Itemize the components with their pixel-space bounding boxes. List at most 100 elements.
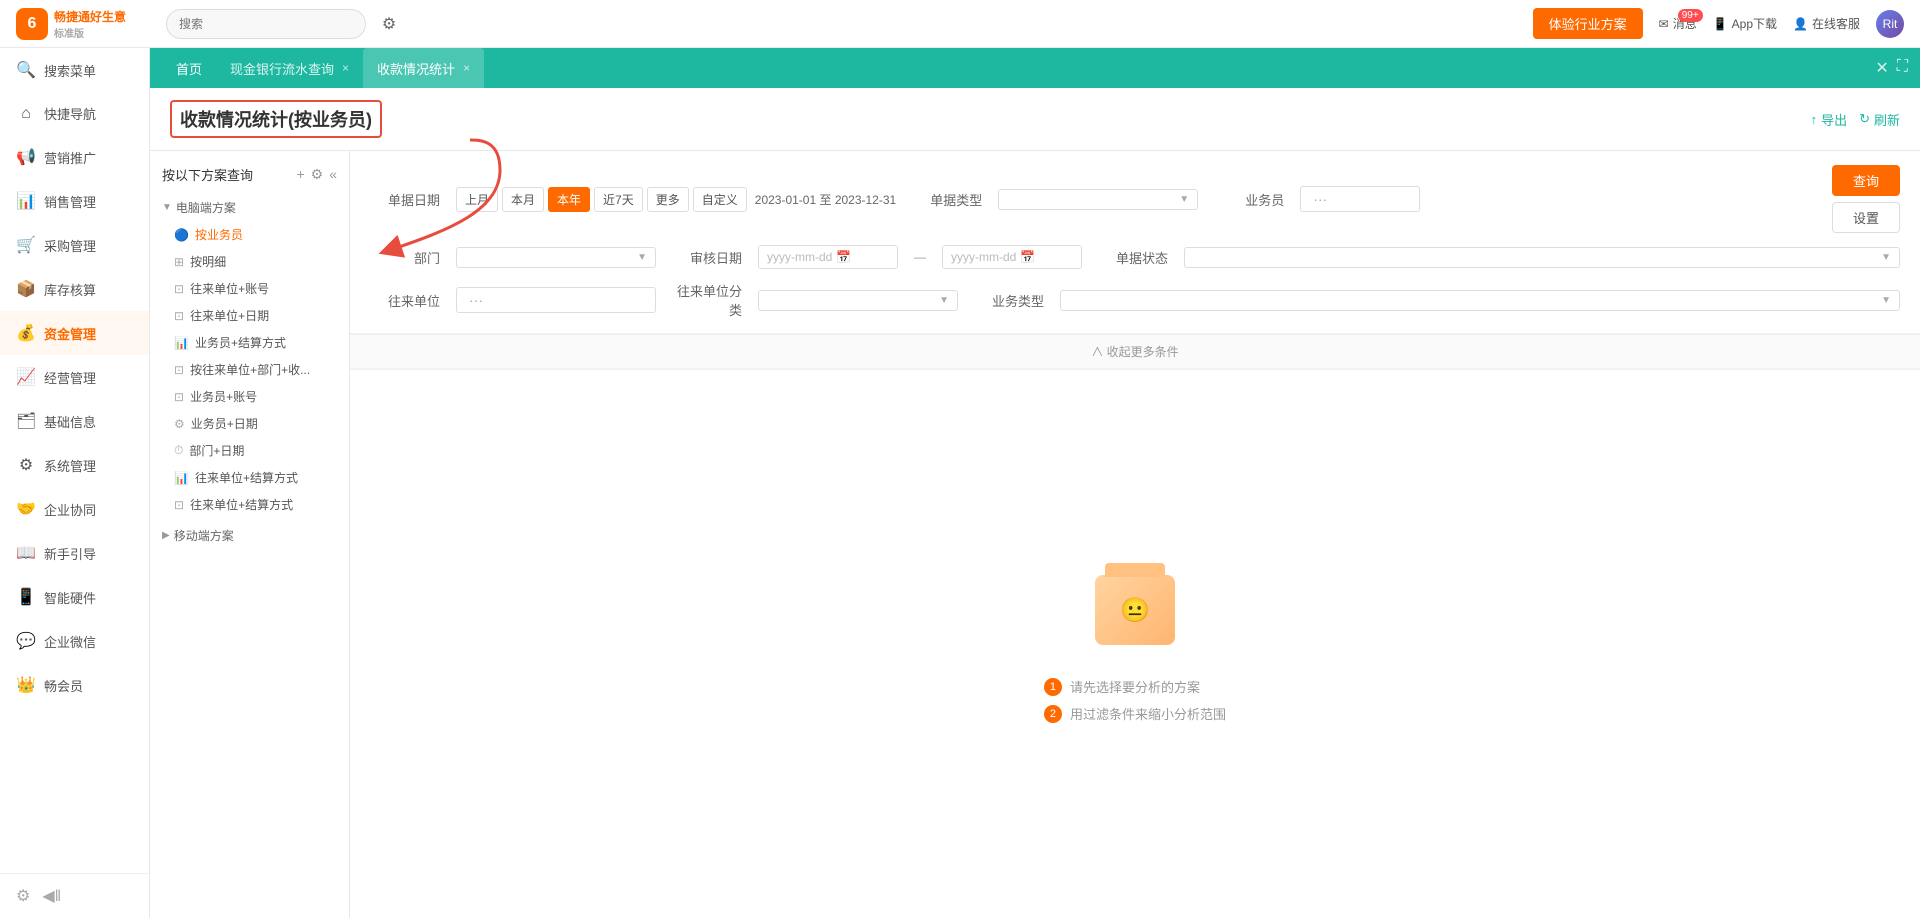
scheme-dept-date-label: 部门+日期 [189,442,244,459]
collapse-bar[interactable]: ∧ 收起更多条件 [350,334,1920,368]
date-range-text: 2023-01-01 至 2023-12-31 [755,191,896,208]
sidebar-item-member[interactable]: 👑 畅会员 [0,663,149,707]
sidebar-item-sales[interactable]: 📊 销售管理 [0,179,149,223]
review-date-to[interactable]: yyyy-mm-dd 📅 [942,245,1082,269]
date-btn-7days[interactable]: 近7天 [594,187,643,212]
sidebar-item-inventory[interactable]: 📦 库存核算 [0,267,149,311]
sidebar-collapse-icon[interactable]: ◀‖ [42,886,61,906]
dept-label: 部门 [370,248,440,267]
sidebar-item-marketing[interactable]: 📢 营销推广 [0,135,149,179]
scheme-collapse-icon[interactable]: « [329,166,337,183]
wechat-icon: 💬 [16,631,36,651]
dept-select[interactable]: ▼ [456,247,656,268]
scheme-item-unit-dept-collection[interactable]: ⊡ 按往来单位+部门+收... [150,356,349,383]
window-maximize-btn[interactable]: ⛶ [1897,58,1908,78]
partner-select[interactable]: ··· [456,287,656,313]
app-download-btn[interactable]: 📱 App下载 [1713,15,1777,32]
filter-row-2: 部门 ▼ 审核日期 yyyy-mm-dd 📅 — yyyy-mm-dd [370,245,1900,269]
sidebar-item-system[interactable]: ⚙ 系统管理 [0,443,149,487]
sidebar-item-hardware[interactable]: 📱 智能硬件 [0,575,149,619]
tab-cash-flow-close[interactable]: × [342,61,349,75]
page-actions: ↑ 导出 ↻ 刷新 [1811,110,1900,129]
scheme-settings-icon[interactable]: ⚙ [311,166,324,183]
step-2-num: 2 [1044,705,1062,723]
operations-icon: 📈 [16,367,36,387]
sidebar-label-basic-info: 基础信息 [44,412,96,431]
date-btn-more[interactable]: 更多 [647,187,689,212]
calendar-from-icon[interactable]: 📅 [836,250,851,264]
doc-status-label: 单据状态 [1098,248,1168,267]
window-close-btn[interactable]: ✕ [1875,58,1888,78]
sidebar-settings-icon[interactable]: ⚙ [16,886,30,906]
trial-button[interactable]: 体验行业方案 [1533,8,1643,39]
scheme-item-unit-account[interactable]: ⊡ 往来单位+账号 [150,275,349,302]
calendar-to-icon[interactable]: 📅 [1020,250,1035,264]
scheme-item-by-salesperson[interactable]: 🔵 按业务员 [150,221,349,248]
query-button[interactable]: 查询 [1832,165,1900,196]
doc-status-select[interactable]: ▼ [1184,247,1900,268]
biz-type-select[interactable]: ▼ [1060,290,1900,311]
scheme-item-salesperson-date[interactable]: ⚙ 业务员+日期 [150,410,349,437]
sidebar-item-search-menu[interactable]: 🔍 搜索菜单 [0,48,149,92]
doc-type-select[interactable]: ▼ [998,189,1198,210]
sidebar-item-purchase[interactable]: 🛒 采购管理 [0,223,149,267]
user-avatar[interactable]: Rit [1876,10,1904,38]
empty-illustration: 😐 [1085,565,1185,665]
sidebar-label-enterprise: 企业协同 [44,500,96,519]
sidebar-label-sales: 销售管理 [44,192,96,211]
tab-collection-stats-close[interactable]: × [463,61,470,75]
messages-btn[interactable]: ✉ 消息 99+ [1659,15,1697,32]
scheme-unit-account-label: 往来单位+账号 [190,280,269,297]
scheme-item-unit-date[interactable]: ⊡ 往来单位+日期 [150,302,349,329]
date-btn-last-month[interactable]: 上月 [456,187,498,212]
tab-cash-flow[interactable]: 现金银行流水查询 × [216,48,363,88]
app-logo-icon: 6 [16,8,48,40]
app-download-label: App下载 [1732,15,1777,32]
export-button[interactable]: ↑ 导出 [1811,110,1848,129]
search-input[interactable] [166,9,366,39]
sidebar-item-basic-info[interactable]: 🗂 基础信息 [0,399,149,443]
sidebar-item-guide[interactable]: 📖 新手引导 [0,531,149,575]
scheme-item-salesperson-account[interactable]: ⊡ 业务员+账号 [150,383,349,410]
tab-home[interactable]: 首页 [162,59,216,78]
refresh-button[interactable]: ↻ 刷新 [1859,110,1900,129]
scheme-item-salesperson-settlement[interactable]: 📊 业务员+结算方式 [150,329,349,356]
sidebar-label-marketing: 营销推广 [44,148,96,167]
settings-icon[interactable]: ⚙ [374,9,404,39]
scheme-item-by-detail[interactable]: ⊞ 按明细 [150,248,349,275]
scheme-item-unit-settlement2[interactable]: ⊡ 往来单位+结算方式 [150,491,349,518]
refresh-label: 刷新 [1874,110,1900,129]
partner-dots[interactable]: ··· [469,292,483,308]
date-btn-this-year[interactable]: 本年 [548,187,590,212]
date-btn-this-month[interactable]: 本月 [502,187,544,212]
filter-settings-button[interactable]: 设置 [1832,202,1900,233]
sidebar-label-quick-nav: 快捷导航 [44,104,96,123]
sidebar-item-quick-nav[interactable]: ⌂ 快捷导航 [0,92,149,135]
scheme-group-mobile-header[interactable]: ▶ 移动端方案 [150,522,349,549]
online-service-label: 在线客服 [1812,15,1860,32]
sidebar-item-finance[interactable]: 💰 资金管理 [0,311,149,355]
main-content: 首页 现金银行流水查询 × 收款情况统计 × ✕ ⛶ 收款情况统计(按业务员) … [150,48,1920,918]
salesperson-select[interactable]: ··· [1300,186,1420,212]
scheme-sp-settlement-icon: 📊 [174,336,189,350]
scheme-group-desktop-header[interactable]: ▼ 电脑端方案 [150,194,349,221]
sidebar-item-operations[interactable]: 📈 经营管理 [0,355,149,399]
sidebar-item-enterprise[interactable]: 🤝 企业协同 [0,487,149,531]
scheme-item-dept-date[interactable]: ⏱ 部门+日期 [150,437,349,464]
page-header: 收款情况统计(按业务员) ↑ 导出 ↻ 刷新 [150,88,1920,151]
sidebar-label-operations: 经营管理 [44,368,96,387]
partner-category-select[interactable]: ▼ [758,290,958,311]
scheme-item-unit-settlement1[interactable]: 📊 往来单位+结算方式 [150,464,349,491]
online-service-btn[interactable]: 👤 在线客服 [1793,15,1860,32]
tab-collection-stats[interactable]: 收款情况统计 × [363,48,484,88]
sidebar-label-guide: 新手引导 [44,544,96,563]
empty-face-icon: 😐 [1120,596,1150,625]
salesperson-dots[interactable]: ··· [1313,191,1327,207]
sidebar-item-wechat[interactable]: 💬 企业微信 [0,619,149,663]
sidebar-label-wechat: 企业微信 [44,632,96,651]
scheme-unit-settlement1-label: 往来单位+结算方式 [195,469,298,486]
date-btn-custom[interactable]: 自定义 [693,187,747,212]
scheme-group-mobile: ▶ 移动端方案 [150,520,349,551]
review-date-from[interactable]: yyyy-mm-dd 📅 [758,245,898,269]
scheme-add-icon[interactable]: + [296,166,304,183]
